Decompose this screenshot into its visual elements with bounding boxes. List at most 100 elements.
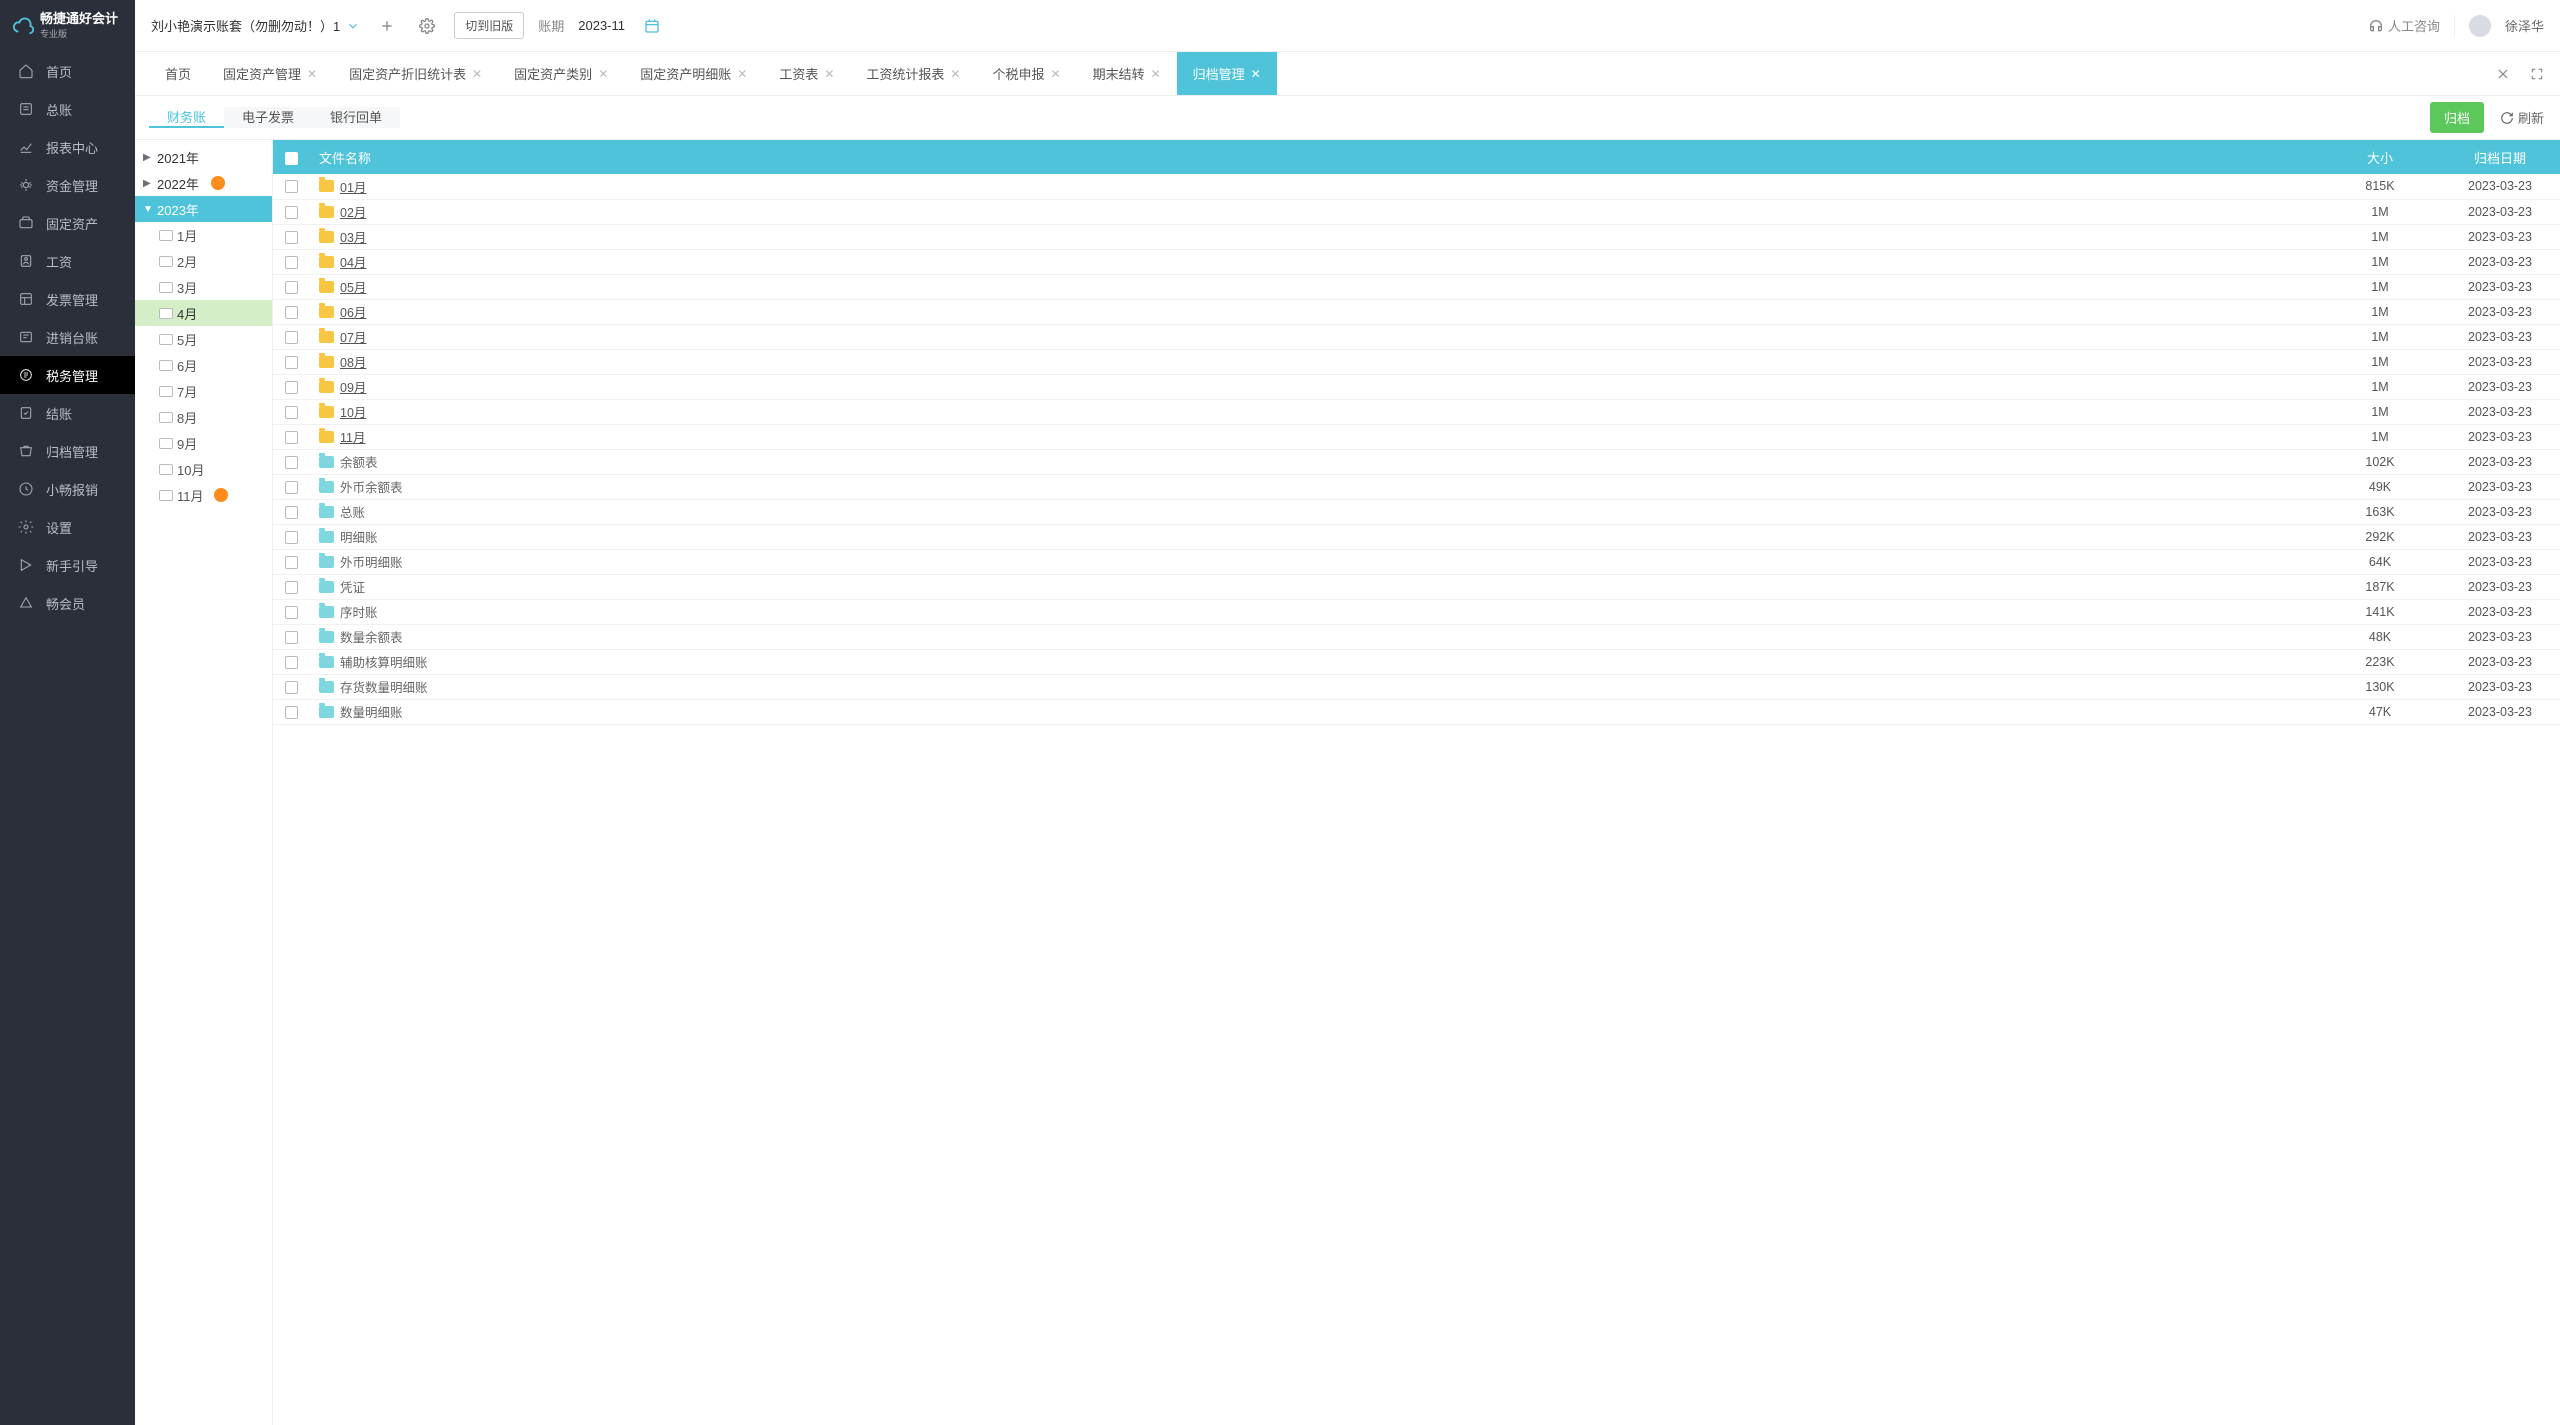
add-button[interactable] <box>374 13 400 39</box>
row-checkbox[interactable] <box>285 381 298 394</box>
tree-month[interactable]: 1月 <box>135 222 272 248</box>
tab[interactable]: 工资表✕ <box>763 52 850 95</box>
tab[interactable]: 固定资产管理✕ <box>207 52 333 95</box>
settings-button[interactable] <box>414 13 440 39</box>
tree-month[interactable]: 10月 <box>135 456 272 482</box>
tab[interactable]: 期末结转✕ <box>1077 52 1177 95</box>
row-checkbox[interactable] <box>285 180 298 193</box>
tab[interactable]: 固定资产明细账✕ <box>624 52 763 95</box>
tab[interactable]: 固定资产类别✕ <box>498 52 624 95</box>
row-checkbox[interactable] <box>285 681 298 694</box>
tree-year[interactable]: ▶2022年 <box>135 170 272 196</box>
refresh-button[interactable]: 刷新 <box>2500 108 2544 127</box>
file-link[interactable]: 09月 <box>340 377 366 396</box>
tab[interactable]: 工资统计报表✕ <box>850 52 976 95</box>
username[interactable]: 徐泽华 <box>2505 16 2544 35</box>
close-icon[interactable]: ✕ <box>1151 67 1161 81</box>
subtab[interactable]: 财务账 <box>149 107 224 128</box>
row-checkbox[interactable] <box>285 706 298 719</box>
file-link[interactable]: 02月 <box>340 202 366 221</box>
tab[interactable]: 固定资产折旧统计表✕ <box>333 52 498 95</box>
row-checkbox[interactable] <box>285 331 298 344</box>
sidebar-item[interactable]: 报表中心 <box>0 128 135 166</box>
file-link[interactable]: 06月 <box>340 302 366 321</box>
tree-month[interactable]: 5月 <box>135 326 272 352</box>
sidebar-item[interactable]: 首页 <box>0 52 135 90</box>
file-link[interactable]: 01月 <box>340 177 366 196</box>
tree-month[interactable]: 9月 <box>135 430 272 456</box>
row-checkbox[interactable] <box>285 431 298 444</box>
row-checkbox[interactable] <box>285 631 298 644</box>
sidebar-item[interactable]: 工资 <box>0 242 135 280</box>
row-checkbox[interactable] <box>285 581 298 594</box>
subtab[interactable]: 银行回单 <box>312 107 400 128</box>
nav-icon <box>18 253 34 269</box>
sidebar-item[interactable]: 小畅报销 <box>0 470 135 508</box>
close-icon[interactable]: ✕ <box>598 67 608 81</box>
tab[interactable]: 归档管理✕ <box>1177 52 1277 95</box>
sidebar-item[interactable]: 结账 <box>0 394 135 432</box>
row-checkbox[interactable] <box>285 206 298 219</box>
sidebar-item[interactable]: 资金管理 <box>0 166 135 204</box>
select-all-checkbox[interactable] <box>285 152 298 165</box>
row-checkbox[interactable] <box>285 256 298 269</box>
close-icon[interactable]: ✕ <box>1051 67 1061 81</box>
row-checkbox[interactable] <box>285 231 298 244</box>
close-icon[interactable]: ✕ <box>737 67 747 81</box>
row-checkbox[interactable] <box>285 456 298 469</box>
tree-month[interactable]: 3月 <box>135 274 272 300</box>
tree-month[interactable]: 7月 <box>135 378 272 404</box>
file-link[interactable]: 03月 <box>340 227 366 246</box>
row-checkbox[interactable] <box>285 656 298 669</box>
account-select[interactable]: 刘小艳演示账套（勿删勿动！）1 <box>151 16 360 35</box>
tab[interactable]: 首页 <box>149 52 207 95</box>
close-icon[interactable]: ✕ <box>1251 67 1261 81</box>
close-icon[interactable]: ✕ <box>824 67 834 81</box>
archive-button[interactable]: 归档 <box>2430 102 2484 133</box>
row-checkbox[interactable] <box>285 606 298 619</box>
consult-button[interactable]: 人工咨询 <box>2368 16 2440 35</box>
sidebar-item[interactable]: 税务管理 <box>0 356 135 394</box>
sidebar-item[interactable]: 发票管理 <box>0 280 135 318</box>
subtab[interactable]: 电子发票 <box>224 107 312 128</box>
file-link[interactable]: 04月 <box>340 252 366 271</box>
table-row: 存货数量明细账130K2023-03-23 <box>273 674 2560 699</box>
sidebar-item[interactable]: 固定资产 <box>0 204 135 242</box>
close-icon[interactable]: ✕ <box>307 67 317 81</box>
close-icon[interactable]: ✕ <box>950 67 960 81</box>
row-checkbox[interactable] <box>285 281 298 294</box>
tree-month[interactable]: 8月 <box>135 404 272 430</box>
file-link[interactable]: 10月 <box>340 402 366 421</box>
sidebar-item[interactable]: 设置 <box>0 508 135 546</box>
sidebar-item[interactable]: 总账 <box>0 90 135 128</box>
row-checkbox[interactable] <box>285 506 298 519</box>
tree-month[interactable]: 11月 <box>135 482 272 508</box>
sidebar-item[interactable]: 畅会员 <box>0 584 135 622</box>
close-icon[interactable]: ✕ <box>472 67 482 81</box>
period-value[interactable]: 2023-11 <box>578 18 625 33</box>
tree-month[interactable]: 4月 <box>135 300 272 326</box>
sidebar-item[interactable]: 新手引导 <box>0 546 135 584</box>
tree-month[interactable]: 2月 <box>135 248 272 274</box>
tab[interactable]: 个税申报✕ <box>976 52 1076 95</box>
calendar-icon[interactable] <box>639 13 665 39</box>
file-link[interactable]: 07月 <box>340 327 366 346</box>
row-checkbox[interactable] <box>285 481 298 494</box>
close-all-tabs-button[interactable] <box>2490 61 2516 87</box>
tree-month[interactable]: 6月 <box>135 352 272 378</box>
tree-year[interactable]: ▼2023年 <box>135 196 272 222</box>
fullscreen-button[interactable] <box>2524 61 2550 87</box>
tree-year[interactable]: ▶2021年 <box>135 144 272 170</box>
row-checkbox[interactable] <box>285 556 298 569</box>
sidebar-item[interactable]: 进销台账 <box>0 318 135 356</box>
sidebar-item[interactable]: 归档管理 <box>0 432 135 470</box>
old-version-button[interactable]: 切到旧版 <box>454 12 524 39</box>
row-checkbox[interactable] <box>285 356 298 369</box>
file-link[interactable]: 05月 <box>340 277 366 296</box>
row-checkbox[interactable] <box>285 531 298 544</box>
row-checkbox[interactable] <box>285 306 298 319</box>
row-checkbox[interactable] <box>285 406 298 419</box>
file-link[interactable]: 11月 <box>340 427 365 446</box>
avatar[interactable] <box>2469 15 2491 37</box>
file-link[interactable]: 08月 <box>340 352 366 371</box>
